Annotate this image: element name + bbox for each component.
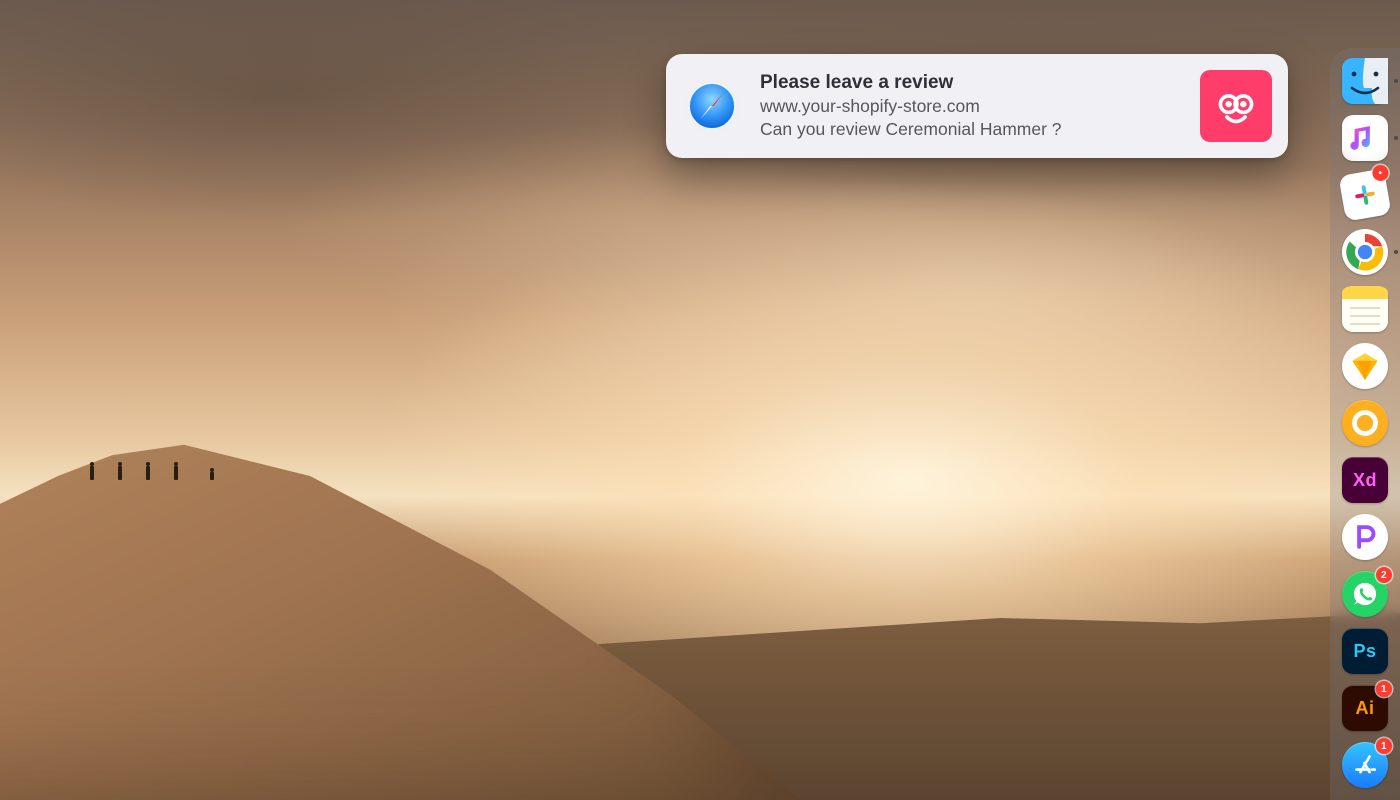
- notification-thumbnail: [1200, 70, 1272, 142]
- dock: •: [1330, 48, 1400, 800]
- running-indicator: [1394, 250, 1398, 254]
- desktop: Please leave a review www.your-shopify-s…: [0, 0, 1400, 800]
- appstore-icon: [1350, 750, 1380, 780]
- dock-item-finder[interactable]: [1342, 58, 1388, 104]
- notification-badge: 1: [1376, 738, 1392, 754]
- music-icon: [1349, 122, 1381, 154]
- wallpaper-dune: [0, 320, 850, 800]
- notification-message: Can you review Ceremonial Hammer ?: [760, 119, 1184, 140]
- notes-icon: [1342, 286, 1388, 332]
- finder-icon: [1342, 58, 1388, 104]
- notification-body: Please leave a review www.your-shopify-s…: [760, 72, 1184, 140]
- dock-item-whatsapp[interactable]: 2: [1342, 571, 1388, 617]
- running-indicator: [1394, 79, 1398, 83]
- dock-item-photoshop[interactable]: Ps: [1342, 628, 1388, 674]
- notification-title: Please leave a review: [760, 72, 1184, 94]
- dock-item-illustrator[interactable]: Ai 1: [1342, 685, 1388, 731]
- safari-icon: [680, 74, 744, 138]
- notification-badge: 1: [1376, 681, 1392, 697]
- dock-item-music[interactable]: [1342, 115, 1388, 161]
- dock-item-appstore[interactable]: 1: [1342, 742, 1388, 788]
- wallpaper-plain: [400, 540, 1400, 800]
- dock-item-sketch[interactable]: [1342, 343, 1388, 389]
- running-indicator: [1394, 136, 1398, 140]
- dock-item-notes[interactable]: [1342, 286, 1388, 332]
- dock-item-slack[interactable]: •: [1338, 168, 1391, 221]
- dock-item-proto[interactable]: [1342, 514, 1388, 560]
- whatsapp-icon: [1350, 579, 1380, 609]
- notification-banner[interactable]: Please leave a review www.your-shopify-s…: [666, 54, 1288, 158]
- proto-icon: [1350, 522, 1380, 552]
- slack-icon: [1348, 178, 1383, 213]
- notification-site: www.your-shopify-store.com: [760, 96, 1184, 117]
- sketch-icon: [1348, 349, 1382, 383]
- chrome-icon: [1343, 230, 1387, 274]
- xd-icon: Xd: [1353, 470, 1377, 491]
- dock-item-chrome[interactable]: [1342, 229, 1388, 275]
- photoshop-icon: Ps: [1353, 641, 1376, 662]
- wallpaper-hikers: [90, 440, 250, 480]
- notification-badge: 2: [1376, 567, 1392, 583]
- illustrator-icon: Ai: [1356, 698, 1375, 719]
- dock-item-xd[interactable]: Xd: [1342, 457, 1388, 503]
- review-app-icon: [1214, 84, 1258, 128]
- dock-item-origin[interactable]: [1342, 400, 1388, 446]
- origin-icon: [1343, 401, 1387, 445]
